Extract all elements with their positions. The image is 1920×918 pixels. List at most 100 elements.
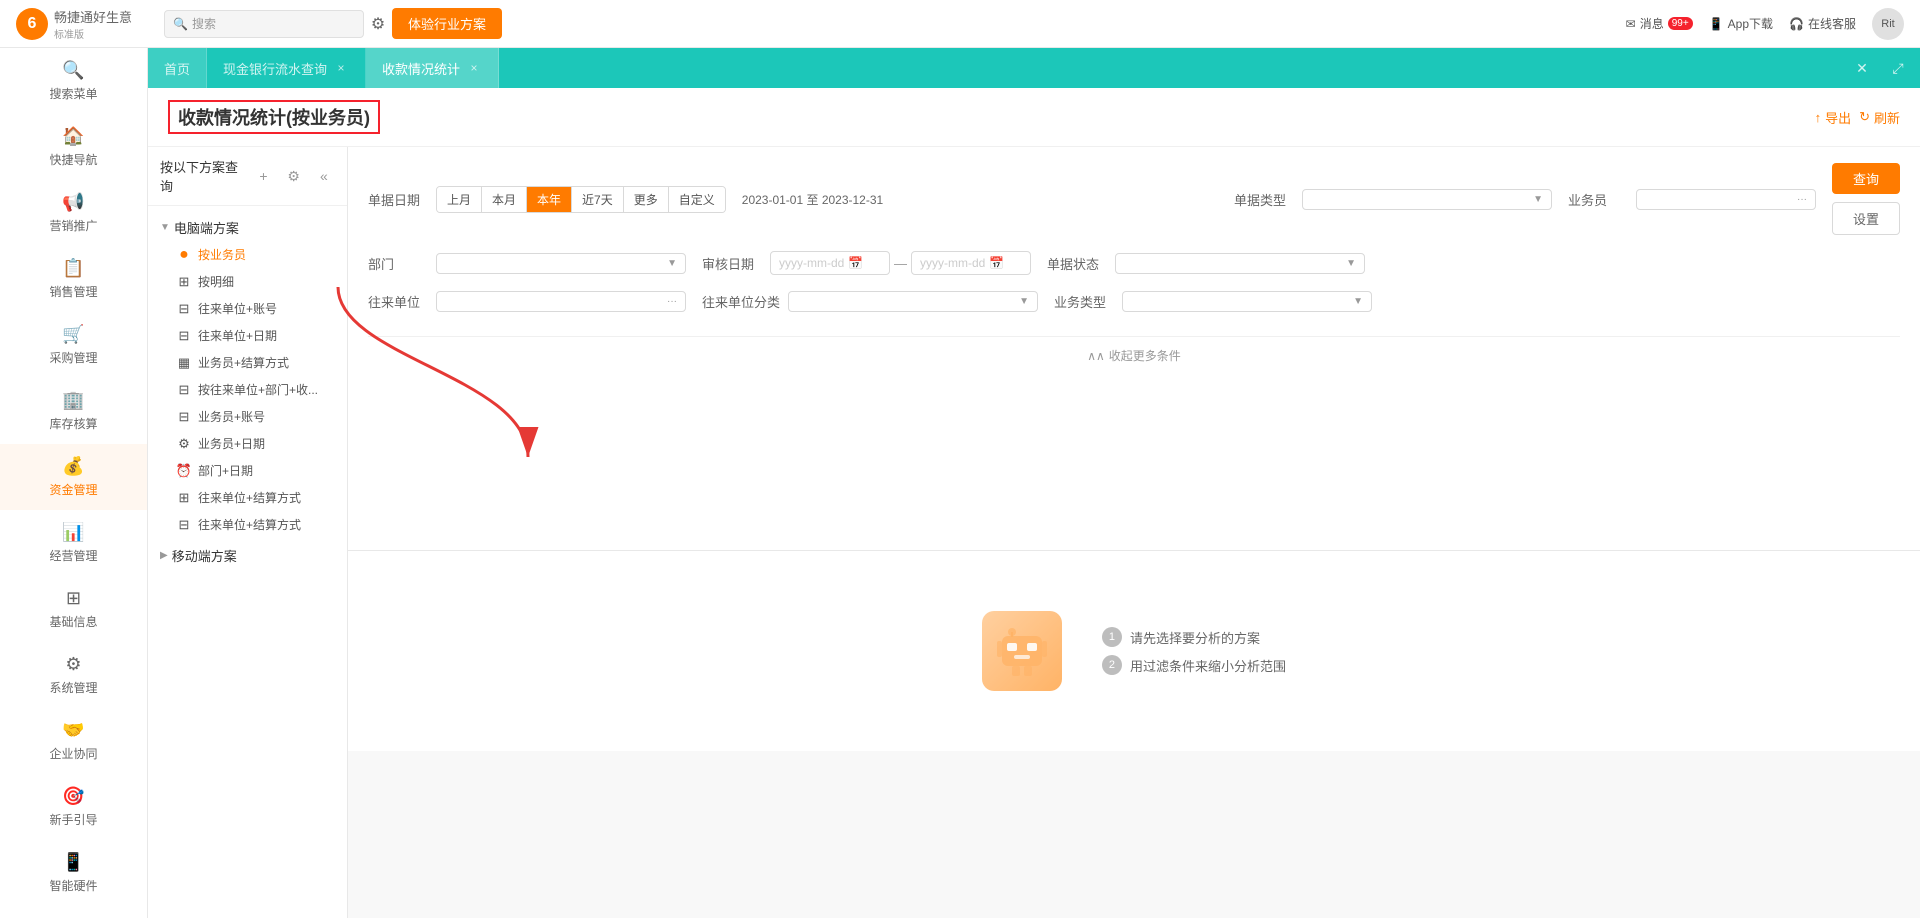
header-search[interactable]: 🔍 搜索: [164, 10, 364, 38]
hint-num-1: 1: [1102, 627, 1122, 647]
salesman-select[interactable]: ···: [1636, 189, 1816, 210]
right-content: 单据日期 上月 本月 本年 近7天 更多 自定义 2023-01-01 至 20…: [348, 147, 1920, 918]
sidebar-item-operation[interactable]: 📊 经营管理: [0, 510, 147, 576]
sidebar-item-label: 营销推广: [49, 217, 97, 234]
tree-item-by-salesman[interactable]: ● 按业务员: [148, 241, 347, 268]
sidebar-item-guide[interactable]: 🎯 新手引导: [0, 774, 147, 840]
tab-home[interactable]: 首页: [148, 48, 207, 88]
content-area: 首页 现金银行流水查询 × 收款情况统计 × ✕ ⤢ 收款情况统计(按业务员): [148, 48, 1920, 918]
date-tab-custom[interactable]: 自定义: [669, 187, 725, 212]
dept-label: 部门: [368, 254, 428, 273]
collapse-button[interactable]: ∧∧ 收起更多条件: [1087, 347, 1181, 364]
settings-button[interactable]: 设置: [1832, 202, 1900, 235]
biztype-select[interactable]: ▼: [1122, 291, 1372, 312]
operation-icon: 📊: [62, 522, 84, 543]
date-tab-this-year[interactable]: 本年: [527, 187, 572, 212]
tree-item-salesman-date[interactable]: ⚙ 业务员+日期: [148, 430, 347, 457]
sidebar-item-purchase[interactable]: 🛒 采购管理: [0, 312, 147, 378]
partner-category-select[interactable]: ▼: [788, 291, 1038, 312]
tree-item-partner-payment2[interactable]: ⊟ 往来单位+结算方式: [148, 511, 347, 538]
tree-item-salesman-payment[interactable]: ▦ 业务员+结算方式: [148, 349, 347, 376]
sidebar-item-label: 库存核算: [49, 415, 97, 432]
review-date-end[interactable]: yyyy-mm-dd 📅: [911, 251, 1031, 275]
sidebar-item-sales[interactable]: 📋 销售管理: [0, 246, 147, 312]
partner-select[interactable]: ···: [436, 291, 686, 312]
online-service-button[interactable]: 🎧 在线客服: [1789, 15, 1856, 32]
dept-select[interactable]: ▼: [436, 253, 686, 274]
review-date-start[interactable]: yyyy-mm-dd 📅: [770, 251, 890, 275]
add-scheme-icon[interactable]: +: [252, 164, 274, 188]
collapse-scheme-icon[interactable]: «: [313, 164, 335, 188]
sidebar-item-basic[interactable]: ⊞ 基础信息: [0, 576, 147, 642]
purchase-icon: 🛒: [62, 324, 84, 345]
sidebar-item-weixin[interactable]: 💬 企业微信: [0, 906, 147, 918]
tree-item-partner-payment1[interactable]: ⊞ 往来单位+结算方式: [148, 484, 347, 511]
tab-receipts[interactable]: 收款情况统计 ×: [366, 48, 499, 88]
sidebar-item-hardware[interactable]: 📱 智能硬件: [0, 840, 147, 906]
user-avatar-text: Rit: [1881, 18, 1894, 30]
doctype-select[interactable]: ▼: [1302, 189, 1552, 210]
action-buttons: 查询 设置: [1832, 163, 1900, 235]
tree-item-partner-dept[interactable]: ⊟ 按往来单位+部门+收...: [148, 376, 347, 403]
export-button[interactable]: ↑ 导出: [1815, 108, 1852, 127]
scheme-settings-icon[interactable]: ⚙: [283, 164, 305, 188]
sidebar-item-collab[interactable]: 🤝 企业协同: [0, 708, 147, 774]
page-title-bar: 收款情况统计(按业务员) ↑ 导出 ↻ 刷新: [148, 88, 1920, 147]
tab-bank-label: 现金银行流水查询: [223, 59, 327, 78]
filter-dept-item: 部门 ▼: [368, 253, 686, 274]
maximize-button[interactable]: ⤢: [1884, 54, 1912, 82]
user-avatar[interactable]: Rit: [1872, 8, 1904, 40]
scheme-header: 按以下方案查询 + ⚙ «: [148, 147, 347, 206]
start-date-text: yyyy-mm-dd: [779, 256, 844, 270]
sidebar-item-system[interactable]: ⚙ 系统管理: [0, 642, 147, 708]
filter-docstatus-item: 单据状态 ▼: [1047, 253, 1365, 274]
tree-item-salesman-account[interactable]: ⊟ 业务员+账号: [148, 403, 347, 430]
tab-receipts-close[interactable]: ×: [466, 60, 482, 76]
chart-icon: ▦: [176, 355, 192, 371]
app-download-button[interactable]: 📱 App下载: [1709, 15, 1773, 32]
tree-item-partner-account[interactable]: ⊟ 往来单位+账号: [148, 295, 347, 322]
system-icon: ⚙: [65, 654, 81, 675]
filter-section: 单据日期 上月 本月 本年 近7天 更多 自定义 2023-01-01 至 20…: [348, 147, 1920, 550]
sidebar-item-finance[interactable]: 💰 资金管理: [0, 444, 147, 510]
sidebar-item-search[interactable]: 🔍 搜索菜单: [0, 48, 147, 114]
tree-item-label: 部门+日期: [198, 462, 253, 479]
docstatus-select[interactable]: ▼: [1115, 253, 1365, 274]
hint-item-1: 1 请先选择要分析的方案: [1102, 627, 1260, 647]
tree-item-by-detail[interactable]: ⊞ 按明细: [148, 268, 347, 295]
gear-icon[interactable]: ⚙: [364, 10, 392, 38]
sidebar-item-nav[interactable]: 🏠 快捷导航: [0, 114, 147, 180]
sidebar-item-label: 采购管理: [49, 349, 97, 366]
tree-item-label: 往来单位+结算方式: [198, 489, 301, 506]
tree-item-dept-date[interactable]: ⏰ 部门+日期: [148, 457, 347, 484]
close-all-tabs-button[interactable]: ✕: [1848, 54, 1876, 82]
date-tab-more[interactable]: 更多: [624, 187, 669, 212]
filter-biztype-item: 业务类型 ▼: [1054, 291, 1372, 312]
tree-group-pc-header[interactable]: ▼ 电脑端方案: [148, 214, 347, 241]
date-tab-last-7days[interactable]: 近7天: [572, 187, 624, 212]
tab-bank-close[interactable]: ×: [333, 60, 349, 76]
date-tab-this-month[interactable]: 本月: [482, 187, 527, 212]
messages-button[interactable]: ✉ 消息 99+: [1626, 15, 1693, 32]
query-button[interactable]: 查询: [1832, 163, 1900, 194]
sidebar-item-label: 新手引导: [49, 811, 97, 828]
tree-group-mobile-header[interactable]: ▶ 移动端方案: [148, 542, 347, 569]
collapse-more-section: ∧∧ 收起更多条件: [368, 336, 1900, 374]
tab-bank-flow[interactable]: 现金银行流水查询 ×: [207, 48, 366, 88]
tree-item-label: 往来单位+账号: [198, 300, 277, 317]
tree-item-partner-date[interactable]: ⊟ 往来单位+日期: [148, 322, 347, 349]
active-item-icon: ●: [176, 247, 192, 263]
tree-item-label: 按往来单位+部门+收...: [198, 381, 318, 398]
sidebar-item-marketing[interactable]: 📢 营销推广: [0, 180, 147, 246]
tree-group-mobile: ▶ 移动端方案: [148, 542, 347, 569]
refresh-icon: ↻: [1859, 109, 1870, 125]
tab-home-label: 首页: [164, 59, 190, 78]
date-tab-last-month[interactable]: 上月: [437, 187, 482, 212]
refresh-button[interactable]: ↻ 刷新: [1859, 108, 1900, 127]
trial-button[interactable]: 体验行业方案: [392, 8, 502, 39]
end-date-text: yyyy-mm-dd: [920, 256, 985, 270]
sidebar-item-inventory[interactable]: 🏢 库存核算: [0, 378, 147, 444]
filter-salesman-item: 业务员 ···: [1568, 189, 1816, 210]
export-icon: ↑: [1815, 110, 1822, 125]
filter-date-item: 单据日期 上月 本月 本年 近7天 更多 自定义 2023-01-01 至 20…: [368, 186, 883, 213]
